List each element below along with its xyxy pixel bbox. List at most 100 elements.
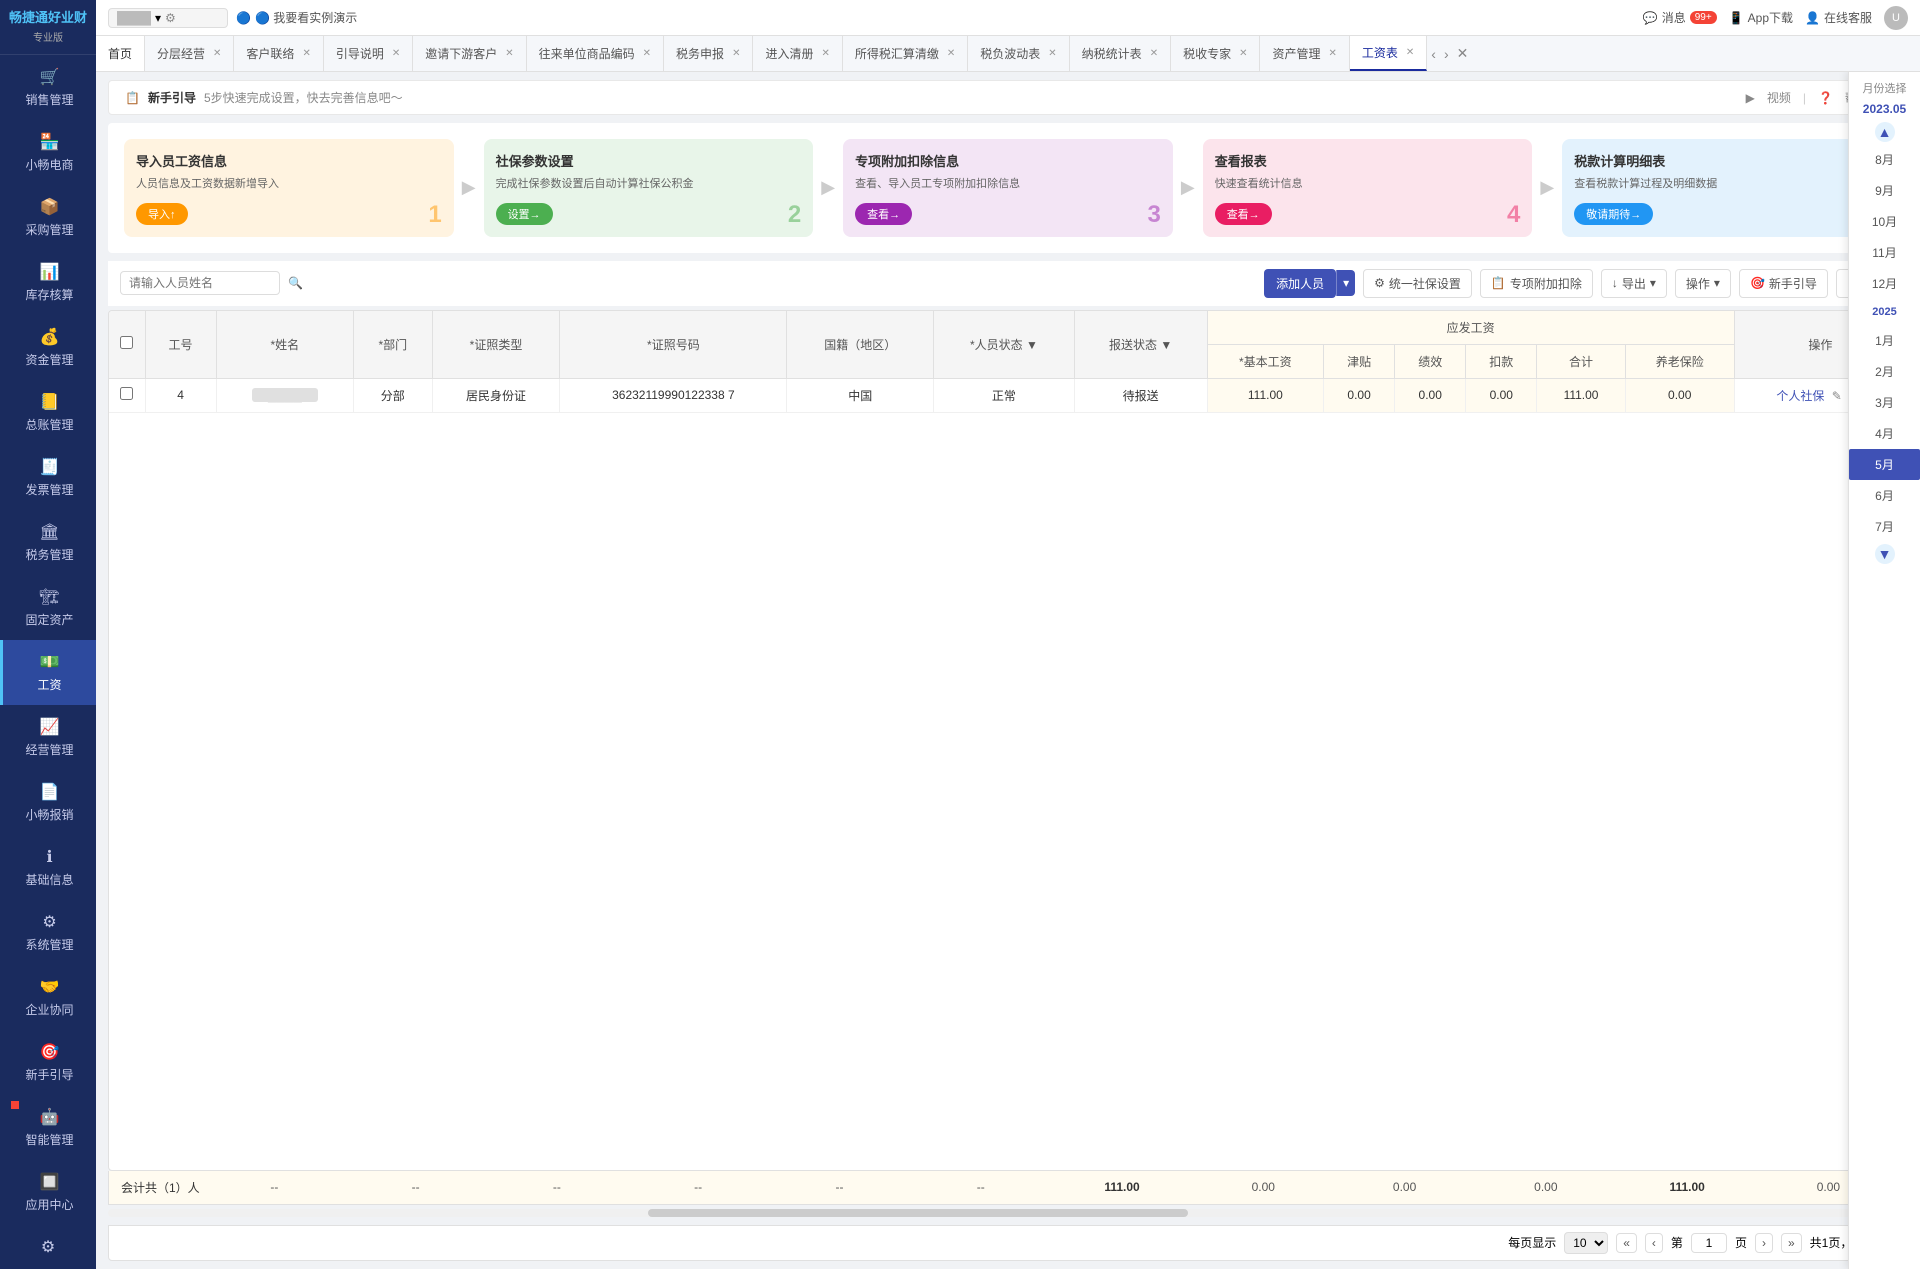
sidebar-item-newguide[interactable]: 🎯 新手引导 bbox=[0, 1030, 96, 1095]
tab-payroll-close-icon[interactable]: ✕ bbox=[1406, 47, 1414, 58]
tab-close-icon[interactable]: ✕ bbox=[302, 48, 310, 59]
special-deduction-button[interactable]: 📋 专项附加扣除 bbox=[1480, 269, 1593, 298]
tab-close-icon[interactable]: ✕ bbox=[947, 48, 955, 59]
month-item-5[interactable]: 5月 bbox=[1849, 449, 1920, 480]
month-item-4[interactable]: 4月 bbox=[1849, 418, 1920, 449]
tab-close-icon[interactable]: ✕ bbox=[1329, 48, 1337, 59]
sidebar-item-operations[interactable]: 📈 经营管理 bbox=[0, 705, 96, 770]
last-page-button[interactable]: » bbox=[1781, 1233, 1802, 1253]
tab-close-icon[interactable]: ✕ bbox=[643, 48, 651, 59]
month-up-button[interactable]: ▲ bbox=[1875, 122, 1895, 142]
sidebar-item-invoice[interactable]: 🧾 发票管理 bbox=[0, 445, 96, 510]
online-service-button[interactable]: 👤 在线客服 bbox=[1805, 9, 1872, 26]
sidebar-item-expense[interactable]: 📄 小畅报销 bbox=[0, 770, 96, 835]
tab-nav-prev[interactable]: ‹ bbox=[1427, 46, 1440, 62]
app-download-button[interactable]: 📱 App下载 bbox=[1729, 9, 1793, 26]
tab-income-tax[interactable]: 所得税汇算清缴 ✕ bbox=[843, 36, 968, 71]
company-selector[interactable]: ████ ▾ ⚙ bbox=[108, 8, 228, 28]
tab-close-icon[interactable]: ✕ bbox=[505, 48, 513, 59]
tab-close-icon[interactable]: ✕ bbox=[1048, 48, 1056, 59]
select-all-checkbox[interactable] bbox=[120, 336, 133, 349]
sidebar-item-inventory[interactable]: 📊 库存核算 bbox=[0, 250, 96, 315]
step-5-button[interactable]: 敬请期待→ bbox=[1574, 203, 1653, 225]
sidebar-item-ledger[interactable]: 📒 总账管理 bbox=[0, 380, 96, 445]
export-button[interactable]: ↓ 导出 ▾ bbox=[1601, 269, 1667, 298]
tab-close-icon[interactable]: ✕ bbox=[1239, 48, 1247, 59]
tab-product-code[interactable]: 往来单位商品编码 ✕ bbox=[527, 36, 664, 71]
tab-tax-expert[interactable]: 税收专家 ✕ bbox=[1171, 36, 1260, 71]
tab-guide[interactable]: 引导说明 ✕ bbox=[324, 36, 413, 71]
tab-register[interactable]: 进入清册 ✕ bbox=[753, 36, 842, 71]
sidebar-item-basic-info[interactable]: ℹ 基础信息 bbox=[0, 835, 96, 900]
tab-tax-burden[interactable]: 税负波动表 ✕ bbox=[968, 36, 1069, 71]
message-button[interactable]: 💬 消息 99+ bbox=[1643, 9, 1717, 26]
video-label[interactable]: 视频 bbox=[1767, 89, 1791, 106]
page-size-select[interactable]: 10 20 50 bbox=[1564, 1232, 1608, 1254]
settings-icon: ⚙ bbox=[41, 1237, 55, 1257]
tab-tiered[interactable]: 分层经营 ✕ bbox=[145, 36, 234, 71]
tab-close-icon[interactable]: ✕ bbox=[213, 48, 221, 59]
row-checkbox[interactable] bbox=[120, 387, 133, 400]
sidebar-item-ecommerce[interactable]: 🏪 小畅电商 bbox=[0, 120, 96, 185]
month-item-7[interactable]: 7月 bbox=[1849, 511, 1920, 542]
sidebar-item-tax[interactable]: 🏛 税务管理 bbox=[0, 510, 96, 575]
add-employee-button[interactable]: 添加人员 bbox=[1264, 269, 1336, 298]
month-item-8[interactable]: 8月 bbox=[1849, 144, 1920, 175]
edit-icon[interactable]: ✎ bbox=[1832, 389, 1842, 403]
tab-home[interactable]: 首页 bbox=[96, 36, 145, 71]
month-item-1[interactable]: 1月 bbox=[1849, 325, 1920, 356]
tab-close-icon[interactable]: ✕ bbox=[732, 48, 740, 59]
first-page-button[interactable]: « bbox=[1616, 1233, 1637, 1253]
avatar[interactable]: U bbox=[1884, 6, 1908, 30]
search-input[interactable] bbox=[120, 271, 280, 295]
tab-close-icon[interactable]: ✕ bbox=[392, 48, 400, 59]
search-button[interactable]: 🔍 bbox=[288, 276, 303, 290]
steps-container: 导入员工资信息 人员信息及工资数据新增导入 导入↑ 1 ▶ 社保参数设置 完成社… bbox=[108, 123, 1908, 253]
month-item-11[interactable]: 11月 bbox=[1849, 237, 1920, 268]
social-security-button[interactable]: ⚙ 统一社保设置 bbox=[1363, 269, 1472, 298]
step-1-button[interactable]: 导入↑ bbox=[136, 203, 188, 225]
sidebar-item-assets[interactable]: 🏗 固定资产 bbox=[0, 575, 96, 640]
tab-assets[interactable]: 资产管理 ✕ bbox=[1260, 36, 1349, 71]
month-item-10[interactable]: 10月 bbox=[1849, 206, 1920, 237]
new-guide-button[interactable]: 🎯 新手引导 bbox=[1739, 269, 1828, 298]
sidebar-item-finance[interactable]: 💰 资金管理 bbox=[0, 315, 96, 380]
tab-invite[interactable]: 邀请下游客户 ✕ bbox=[413, 36, 526, 71]
month-down-button[interactable]: ▼ bbox=[1875, 544, 1895, 564]
step-3-button[interactable]: 查看→ bbox=[855, 203, 912, 225]
tab-close-icon[interactable]: ✕ bbox=[1150, 48, 1158, 59]
sidebar-item-collab[interactable]: 🤝 企业协同 bbox=[0, 965, 96, 1030]
tab-close-icon[interactable]: ✕ bbox=[821, 48, 829, 59]
tab-payroll[interactable]: 工资表 ✕ bbox=[1350, 36, 1427, 71]
action-button[interactable]: 操作 ▾ bbox=[1675, 269, 1731, 298]
sidebar-item-app-center[interactable]: 🔲 应用中心 bbox=[0, 1160, 96, 1225]
sidebar-item-payroll[interactable]: 💵 工资 bbox=[0, 640, 96, 705]
personal-social-security-link[interactable]: 个人社保 bbox=[1776, 389, 1824, 403]
month-item-2[interactable]: 2月 bbox=[1849, 356, 1920, 387]
sidebar-item-system[interactable]: ⚙ 系统管理 bbox=[0, 900, 96, 965]
tab-tax-expert-label: 税收专家 bbox=[1183, 45, 1231, 62]
demo-link[interactable]: 🔵 🔵 我要看实例演示 bbox=[236, 9, 357, 26]
sidebar-item-sales[interactable]: 🛒 销售管理 bbox=[0, 55, 96, 120]
page-input[interactable] bbox=[1691, 1233, 1727, 1253]
month-item-3[interactable]: 3月 bbox=[1849, 387, 1920, 418]
sidebar-settings[interactable]: ⚙ bbox=[37, 1225, 59, 1269]
sidebar-item-purchase[interactable]: 📦 采购管理 bbox=[0, 185, 96, 250]
tab-customer[interactable]: 客户联络 ✕ bbox=[234, 36, 323, 71]
tab-close-all[interactable]: ✕ bbox=[1453, 45, 1473, 62]
month-item-9[interactable]: 9月 bbox=[1849, 175, 1920, 206]
month-item-6[interactable]: 6月 bbox=[1849, 480, 1920, 511]
next-page-button[interactable]: › bbox=[1755, 1233, 1773, 1253]
add-employee-dropdown[interactable]: ▾ bbox=[1336, 270, 1355, 296]
footer-cell-10: 111.00 bbox=[1621, 1180, 1754, 1194]
month-item-12[interactable]: 12月 bbox=[1849, 268, 1920, 299]
tab-tax-stat[interactable]: 纳税统计表 ✕ bbox=[1070, 36, 1171, 71]
step-4-button[interactable]: 查看→ bbox=[1215, 203, 1272, 225]
sidebar-item-ai[interactable]: 🤖 智能管理 bbox=[0, 1095, 96, 1160]
tab-nav-next[interactable]: › bbox=[1440, 46, 1453, 62]
guide-banner-left: 📋 新手引导 5步快速完成设置，快去完善信息吧～ bbox=[125, 89, 403, 106]
prev-page-button[interactable]: ‹ bbox=[1645, 1233, 1663, 1253]
tab-tax-report[interactable]: 税务申报 ✕ bbox=[664, 36, 753, 71]
horizontal-scrollbar[interactable] bbox=[108, 1209, 1908, 1217]
step-2-button[interactable]: 设置→ bbox=[496, 203, 553, 225]
